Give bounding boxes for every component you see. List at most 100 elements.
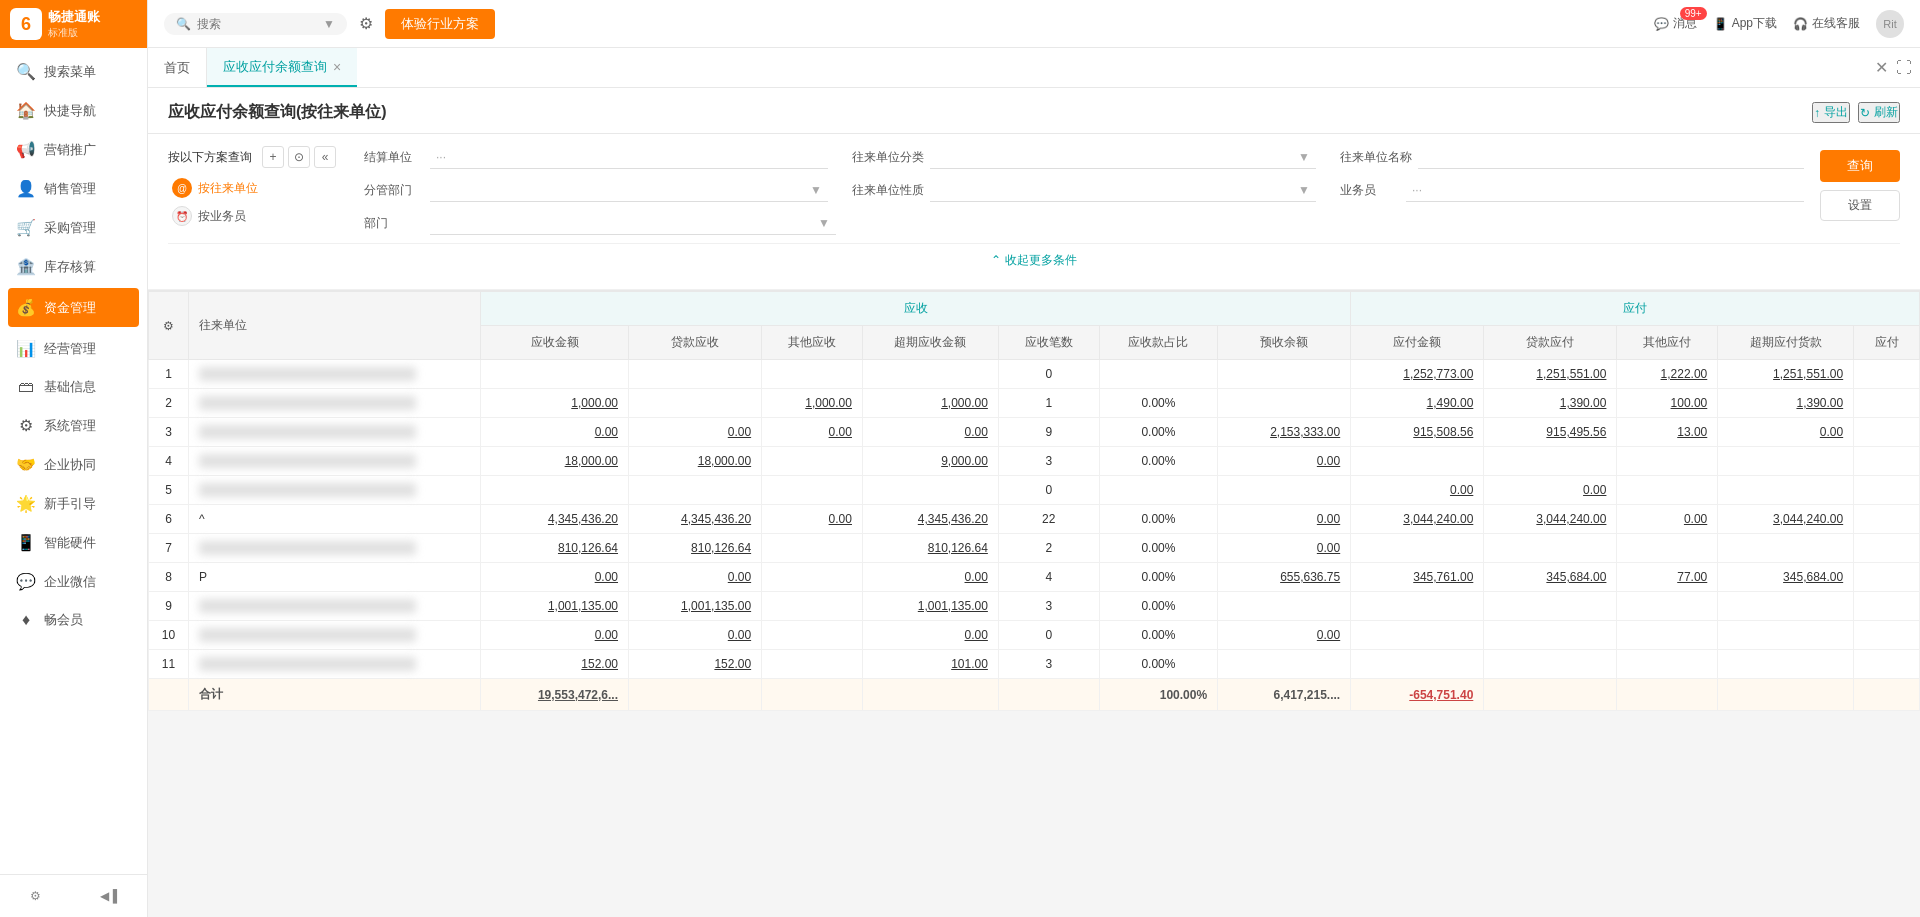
row-r-amount[interactable]: 4,345,436.20 [481, 505, 629, 534]
sidebar-item-finance[interactable]: 💰 资金管理 [8, 288, 139, 327]
sidebar-item-purchase[interactable]: 🛒 采购管理 [0, 208, 147, 247]
row-r-count[interactable]: 4 [998, 563, 1099, 592]
row-r-ratio[interactable]: 0.00% [1099, 621, 1217, 650]
sidebar-item-search[interactable]: 🔍 搜索菜单 [0, 52, 147, 91]
export-button[interactable]: ↑ 导出 [1812, 102, 1850, 123]
avatar[interactable]: Rit [1876, 10, 1904, 38]
row-r-overdue[interactable]: 4,345,436.20 [862, 505, 998, 534]
row-p-loan[interactable]: 345,684.00 [1484, 563, 1617, 592]
sidebar-item-hardware[interactable]: 📱 智能硬件 [0, 523, 147, 562]
sidebar-item-operation[interactable]: 📊 经营管理 [0, 329, 147, 368]
row-r-ratio[interactable]: 0.00% [1099, 650, 1217, 679]
row-r-overdue[interactable]: 810,126.64 [862, 534, 998, 563]
row-p-loan[interactable]: 0.00 [1484, 476, 1617, 505]
sidebar-item-marketing[interactable]: 📢 营销推广 [0, 130, 147, 169]
row-p-loan[interactable]: 915,495.56 [1484, 418, 1617, 447]
partner-name-input[interactable] [1418, 146, 1804, 169]
row-p-loan[interactable]: 3,044,240.00 [1484, 505, 1617, 534]
row-r-overdue[interactable]: 9,000.00 [862, 447, 998, 476]
row-r-loan[interactable]: 0.00 [629, 563, 762, 592]
row-r-amount[interactable]: 152.00 [481, 650, 629, 679]
sidebar-item-guide[interactable]: 🌟 新手引导 [0, 484, 147, 523]
row-p-other[interactable]: 77.00 [1617, 563, 1718, 592]
row-r-ratio[interactable]: 0.00% [1099, 447, 1217, 476]
row-p-overdue[interactable]: 0.00 [1718, 418, 1854, 447]
tab-close-window-icon[interactable]: ✕ [1875, 58, 1888, 77]
expand-scheme-btn[interactable]: « [314, 146, 336, 168]
row-p-overdue[interactable]: 1,251,551.00 [1718, 360, 1854, 389]
search-chevron-icon[interactable]: ▼ [323, 17, 335, 31]
row-p-overdue[interactable]: 3,044,240.00 [1718, 505, 1854, 534]
row-r-count[interactable]: 0 [998, 621, 1099, 650]
settings-icon[interactable]: ⚙ [359, 14, 373, 33]
row-r-loan[interactable]: 18,000.00 [629, 447, 762, 476]
add-scheme-btn[interactable]: + [262, 146, 284, 168]
row-r-loan[interactable]: 4,345,436.20 [629, 505, 762, 534]
row-r-overdue[interactable]: 1,000.00 [862, 389, 998, 418]
row-r-count[interactable]: 0 [998, 360, 1099, 389]
row-p-loan[interactable]: 1,390.00 [1484, 389, 1617, 418]
sidebar-item-basic[interactable]: 🗃 基础信息 [0, 368, 147, 406]
row-p-other[interactable]: 0.00 [1617, 505, 1718, 534]
row-p-amount[interactable]: 915,508.56 [1351, 418, 1484, 447]
tab-home[interactable]: 首页 [148, 48, 207, 87]
row-r-overdue[interactable]: 0.00 [862, 418, 998, 447]
tab-close-icon[interactable]: × [333, 59, 341, 75]
row-r-count[interactable]: 3 [998, 592, 1099, 621]
tab-maximize-icon[interactable]: ⛶ [1896, 59, 1912, 77]
row-r-loan[interactable]: 0.00 [629, 621, 762, 650]
row-p-overdue[interactable]: 1,390.00 [1718, 389, 1854, 418]
row-r-ratio[interactable]: 0.00% [1099, 418, 1217, 447]
row-r-amount[interactable]: 1,000.00 [481, 389, 629, 418]
row-r-count[interactable]: 3 [998, 447, 1099, 476]
row-r-prepay[interactable]: 0.00 [1218, 534, 1351, 563]
row-r-prepay[interactable]: 0.00 [1218, 621, 1351, 650]
row-r-count[interactable]: 9 [998, 418, 1099, 447]
row-p-amount[interactable]: 1,490.00 [1351, 389, 1484, 418]
partner-nature-select[interactable]: ▼ [930, 179, 1316, 202]
settlement-unit-input[interactable]: ··· [430, 146, 828, 169]
row-r-overdue[interactable]: 0.00 [862, 563, 998, 592]
row-p-other[interactable]: 13.00 [1617, 418, 1718, 447]
row-p-amount[interactable]: 1,252,773.00 [1351, 360, 1484, 389]
salesman-input[interactable]: ··· [1406, 179, 1804, 202]
message-action[interactable]: 💬 消息 99+ [1654, 15, 1697, 32]
row-r-ratio[interactable]: 0.00% [1099, 534, 1217, 563]
topbar-search-box[interactable]: 🔍 ▼ [164, 13, 347, 35]
row-p-amount[interactable]: 3,044,240.00 [1351, 505, 1484, 534]
search-input[interactable] [197, 17, 317, 31]
solution-button[interactable]: 体验行业方案 [385, 9, 495, 39]
row-r-count[interactable]: 1 [998, 389, 1099, 418]
row-r-prepay[interactable]: 2,153,333.00 [1218, 418, 1351, 447]
row-r-prepay[interactable]: 0.00 [1218, 447, 1351, 476]
row-r-other[interactable]: 0.00 [762, 418, 863, 447]
row-r-loan[interactable]: 810,126.64 [629, 534, 762, 563]
settings-footer-btn[interactable]: ⚙ [20, 883, 51, 909]
row-r-ratio[interactable]: 0.00% [1099, 563, 1217, 592]
total-p-amount[interactable]: -654,751.40 [1351, 679, 1484, 711]
row-r-loan[interactable]: 1,001,135.00 [629, 592, 762, 621]
row-r-other[interactable]: 1,000.00 [762, 389, 863, 418]
row-r-count[interactable]: 0 [998, 476, 1099, 505]
row-r-prepay[interactable]: 655,636.75 [1218, 563, 1351, 592]
dept-manager-select[interactable]: ▼ [430, 179, 828, 202]
row-r-prepay[interactable]: 0.00 [1218, 505, 1351, 534]
total-r-amount[interactable]: 19,553,472,6... [481, 679, 629, 711]
online-service-action[interactable]: 🎧 在线客服 [1793, 15, 1860, 32]
row-r-count[interactable]: 3 [998, 650, 1099, 679]
row-r-overdue[interactable]: 1,001,135.00 [862, 592, 998, 621]
row-r-amount[interactable]: 1,001,135.00 [481, 592, 629, 621]
row-r-count[interactable]: 2 [998, 534, 1099, 563]
row-r-overdue[interactable]: 0.00 [862, 621, 998, 650]
row-r-amount[interactable]: 0.00 [481, 418, 629, 447]
row-r-amount[interactable]: 0.00 [481, 563, 629, 592]
query-button[interactable]: 查询 [1820, 150, 1900, 182]
edit-scheme-btn[interactable]: ⊙ [288, 146, 310, 168]
sidebar-item-system[interactable]: ⚙ 系统管理 [0, 406, 147, 445]
tab-active[interactable]: 应收应付余额查询 × [207, 48, 357, 87]
sidebar-item-wechat[interactable]: 💬 企业微信 [0, 562, 147, 601]
department-select[interactable]: ▼ [430, 212, 836, 235]
row-r-loan[interactable]: 152.00 [629, 650, 762, 679]
app-download-action[interactable]: 📱 App下载 [1713, 15, 1777, 32]
settings-col-header[interactable]: ⚙ [149, 292, 189, 360]
